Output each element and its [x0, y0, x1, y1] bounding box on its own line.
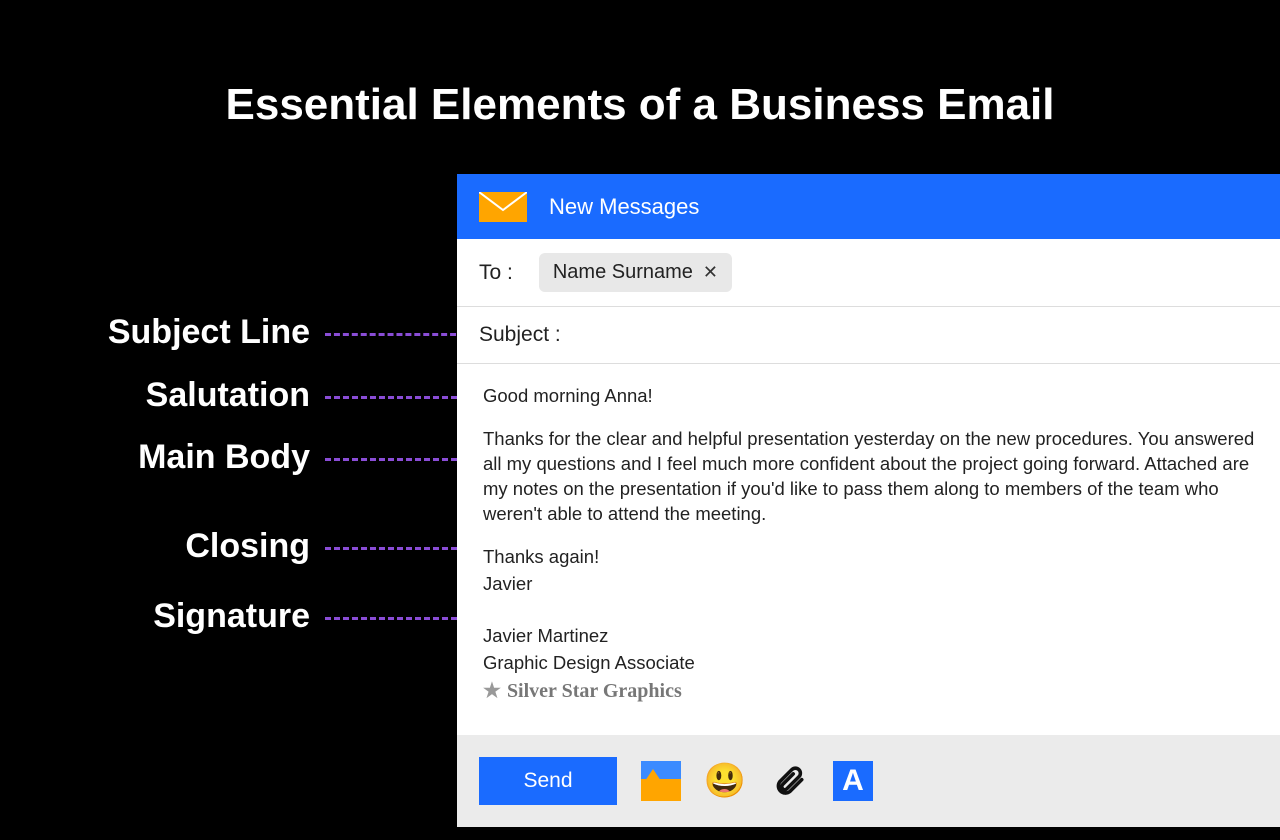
label-main-body: Main Body — [138, 438, 310, 477]
salutation-text: Good morning Anna! — [483, 384, 1256, 409]
subject-field[interactable]: Subject : — [457, 307, 1280, 364]
signature-company-name: Silver Star Graphics — [507, 678, 682, 705]
signature-name: Javier Martinez — [483, 624, 1256, 649]
signature-title: Graphic Design Associate — [483, 651, 1256, 676]
body-text: Thanks for the clear and helpful present… — [483, 427, 1256, 527]
label-subject-line: Subject Line — [108, 313, 310, 352]
page-title: Essential Elements of a Business Email — [0, 0, 1280, 130]
recipient-chip[interactable]: Name Surname ✕ — [539, 253, 732, 292]
connector-subject — [325, 333, 465, 336]
signature-company: ★ Silver Star Graphics — [483, 678, 1256, 705]
email-body[interactable]: Good morning Anna! Thanks for the clear … — [457, 364, 1280, 735]
star-icon: ★ — [483, 678, 501, 705]
text-format-icon[interactable]: A — [833, 761, 873, 801]
label-signature: Signature — [153, 597, 310, 636]
send-button[interactable]: Send — [479, 757, 617, 805]
email-header: New Messages — [457, 174, 1280, 239]
closing-line-2: Javier — [483, 572, 1256, 597]
closing-block: Thanks again! Javier — [483, 545, 1256, 597]
signature-block: Javier Martinez Graphic Design Associate… — [483, 624, 1256, 705]
label-closing: Closing — [185, 527, 310, 566]
subject-label: Subject : — [479, 323, 561, 346]
closing-line-1: Thanks again! — [483, 545, 1256, 570]
email-compose-window: New Messages To : Name Surname ✕ Subject… — [457, 174, 1280, 827]
to-label: To : — [479, 261, 513, 285]
insert-emoji-icon[interactable]: 😃 — [705, 761, 745, 801]
connector-closing — [325, 547, 475, 550]
attachment-icon[interactable] — [769, 761, 809, 801]
insert-image-icon[interactable] — [641, 761, 681, 801]
connector-signature — [325, 617, 475, 620]
mail-icon — [479, 192, 527, 222]
recipient-name: Name Surname — [553, 261, 693, 284]
connector-salutation — [325, 396, 475, 399]
label-salutation: Salutation — [146, 376, 310, 415]
to-field-row: To : Name Surname ✕ — [457, 239, 1280, 307]
compose-toolbar: Send 😃 A — [457, 735, 1280, 827]
connector-body — [325, 458, 475, 461]
email-header-title: New Messages — [549, 194, 699, 220]
remove-recipient-icon[interactable]: ✕ — [703, 262, 718, 283]
